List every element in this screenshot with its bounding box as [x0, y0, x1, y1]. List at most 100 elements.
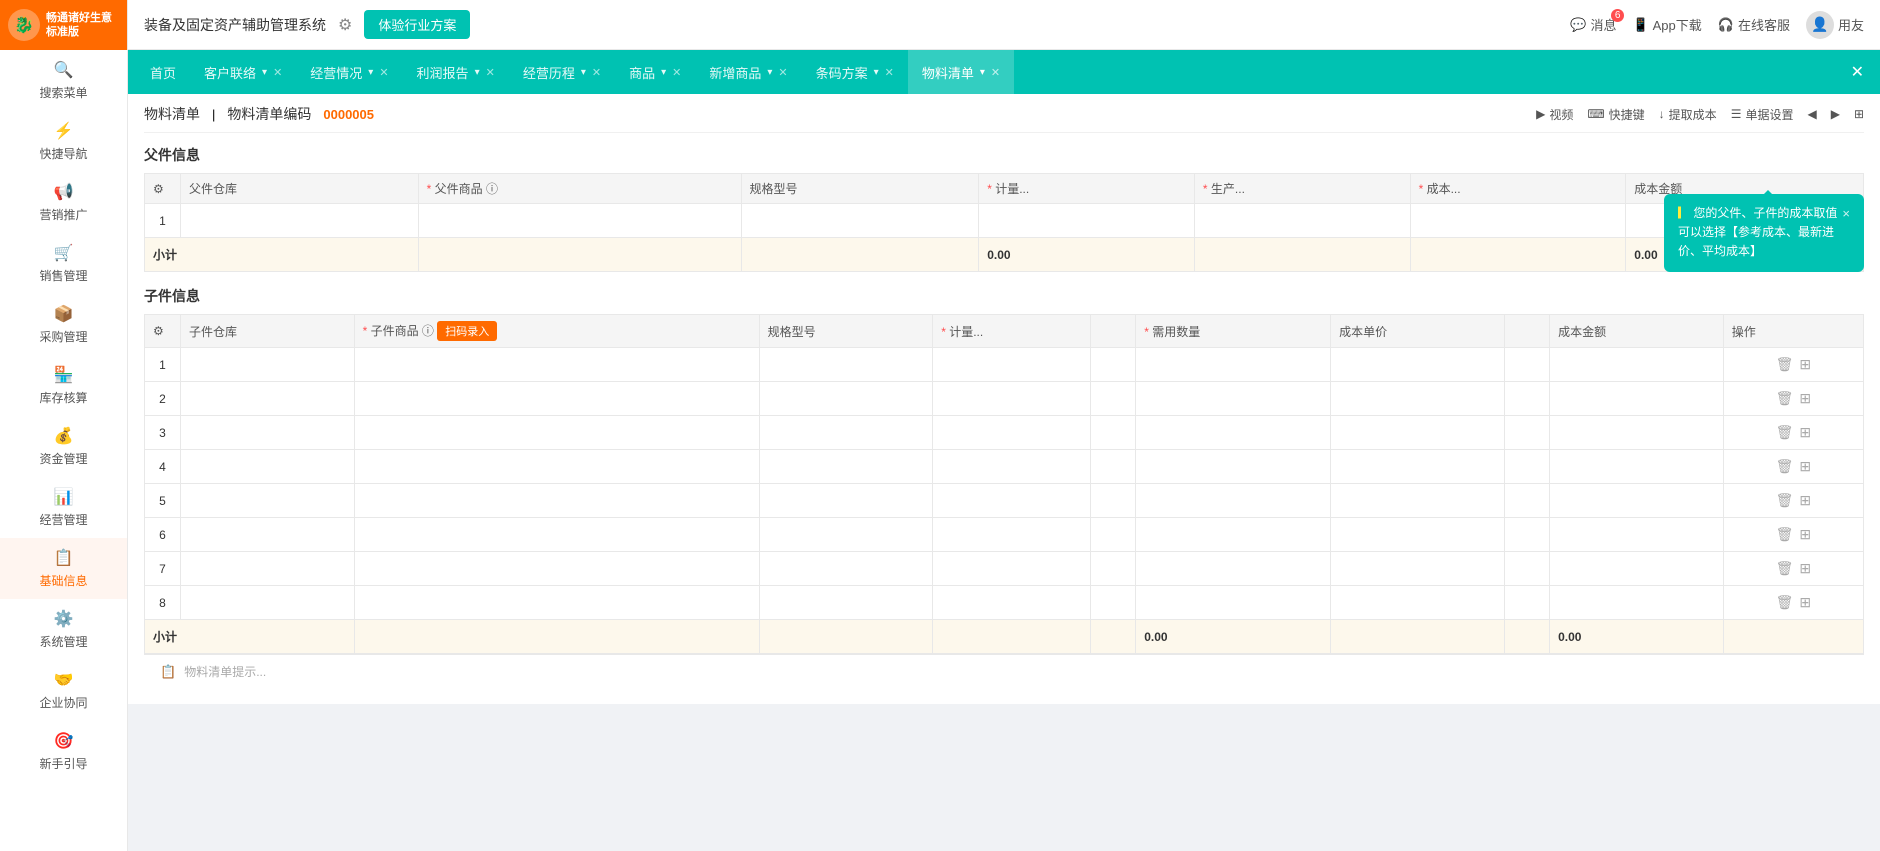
sidebar-item-基础信息[interactable]: 📋 基础信息	[0, 538, 127, 599]
nav-tab-客户联络[interactable]: 客户联络▾✕	[190, 50, 296, 94]
sidebar-item-资金管理[interactable]: 💰 资金管理	[0, 416, 127, 477]
child-unit-cell-8[interactable]	[933, 586, 1091, 620]
shortcut-button[interactable]: ⌨ 快捷键	[1587, 106, 1644, 123]
delete-icon-7[interactable]: 🗑	[1776, 560, 1794, 577]
sidebar-item-搜索菜单[interactable]: 🔍 搜索菜单	[0, 50, 127, 111]
sidebar-item-快捷导航[interactable]: ⚡ 快捷导航	[0, 111, 127, 172]
child-spec-cell-8[interactable]	[759, 586, 933, 620]
child-warehouse-cell-4[interactable]	[181, 450, 355, 484]
child-product-cell-5[interactable]	[354, 484, 759, 518]
gear-button[interactable]: ⚙	[338, 15, 352, 35]
child-unit-cell-4[interactable]	[933, 450, 1091, 484]
child-product-cell-8[interactable]	[354, 586, 759, 620]
child-warehouse-cell-6[interactable]	[181, 518, 355, 552]
child-product-cell-1[interactable]	[354, 348, 759, 382]
child-product-cell-3[interactable]	[354, 416, 759, 450]
online-cs-button[interactable]: 🎧 在线客服	[1718, 15, 1790, 34]
child-qty-cell-7[interactable]	[1136, 552, 1331, 586]
child-qty-cell-1[interactable]	[1136, 348, 1331, 382]
sidebar-item-企业协同[interactable]: 🤝 企业协同	[0, 660, 127, 721]
child-unit-cell-6[interactable]	[933, 518, 1091, 552]
nav-tab-首页[interactable]: 首页	[136, 50, 190, 94]
child-unit-cell-7[interactable]	[933, 552, 1091, 586]
child-spec-cell-4[interactable]	[759, 450, 933, 484]
tab-close-icon[interactable]: ✕	[672, 66, 681, 79]
delete-icon-4[interactable]: 🗑	[1776, 458, 1794, 475]
child-product-cell-7[interactable]	[354, 552, 759, 586]
tab-close-icon[interactable]: ✕	[885, 66, 894, 79]
child-spec-cell-3[interactable]	[759, 416, 933, 450]
copy-icon-8[interactable]: ⊞	[1799, 594, 1811, 611]
expand-icon[interactable]: ⊞	[1854, 107, 1864, 121]
child-unit-cell-1[interactable]	[933, 348, 1091, 382]
child-spec-cell-1[interactable]	[759, 348, 933, 382]
sidebar-item-销售管理[interactable]: 🛒 销售管理	[0, 233, 127, 294]
child-unitcost-cell-5[interactable]	[1331, 484, 1505, 518]
sidebar-item-营销推广[interactable]: 📢 营销推广	[0, 172, 127, 233]
child-unitcost-cell-2[interactable]	[1331, 382, 1505, 416]
child-col-settings[interactable]: ⚙	[145, 315, 181, 348]
child-warehouse-cell-7[interactable]	[181, 552, 355, 586]
copy-icon-7[interactable]: ⊞	[1799, 560, 1811, 577]
child-spec-cell-2[interactable]	[759, 382, 933, 416]
parent-unit-cell[interactable]	[979, 204, 1195, 238]
child-warehouse-cell-5[interactable]	[181, 484, 355, 518]
delete-icon-8[interactable]: 🗑	[1776, 594, 1794, 611]
sidebar-item-经营管理[interactable]: 📊 经营管理	[0, 477, 127, 538]
tooltip-close-button[interactable]: ×	[1842, 204, 1850, 225]
close-nav-icon[interactable]: ✕	[1843, 62, 1872, 82]
view-button[interactable]: ▶ 视频	[1536, 106, 1573, 123]
user-menu[interactable]: 👤 用友	[1806, 11, 1864, 39]
child-spec-cell-6[interactable]	[759, 518, 933, 552]
delete-icon-6[interactable]: 🗑	[1776, 526, 1794, 543]
sidebar-item-库存核算[interactable]: 🏪 库存核算	[0, 355, 127, 416]
child-warehouse-cell-8[interactable]	[181, 586, 355, 620]
sidebar-item-采购管理[interactable]: 📦 采购管理	[0, 294, 127, 355]
tab-close-icon[interactable]: ✕	[379, 66, 388, 79]
parent-produce-cell[interactable]	[1194, 204, 1410, 238]
child-unitcost-cell-4[interactable]	[1331, 450, 1505, 484]
child-product-cell-6[interactable]	[354, 518, 759, 552]
copy-icon-3[interactable]: ⊞	[1799, 424, 1811, 441]
tab-close-icon[interactable]: ✕	[592, 66, 601, 79]
child-spec-cell-5[interactable]	[759, 484, 933, 518]
child-unitcost-cell-7[interactable]	[1331, 552, 1505, 586]
copy-icon-5[interactable]: ⊞	[1799, 492, 1811, 509]
nav-tab-物料清单[interactable]: 物料清单▾✕	[908, 50, 1014, 94]
child-qty-cell-4[interactable]	[1136, 450, 1331, 484]
parent-product-cell[interactable]	[418, 204, 741, 238]
nav-prev-icon[interactable]: ◀	[1807, 107, 1816, 121]
tab-close-icon[interactable]: ✕	[486, 66, 495, 79]
child-unit-cell-2[interactable]	[933, 382, 1091, 416]
parent-cost-cell[interactable]	[1410, 204, 1626, 238]
copy-icon-4[interactable]: ⊞	[1799, 458, 1811, 475]
breadcrumb-item1[interactable]: 物料清单	[144, 104, 200, 124]
parent-spec-cell[interactable]	[741, 204, 979, 238]
nav-tab-利润报告[interactable]: 利润报告▾✕	[403, 50, 509, 94]
parent-col-settings[interactable]: ⚙	[145, 174, 181, 204]
child-spec-cell-7[interactable]	[759, 552, 933, 586]
child-warehouse-cell-1[interactable]	[181, 348, 355, 382]
app-download-button[interactable]: 📱 App下载	[1632, 15, 1701, 34]
nav-tab-商品[interactable]: 商品▾✕	[615, 50, 695, 94]
child-unitcost-cell-1[interactable]	[1331, 348, 1505, 382]
copy-icon-6[interactable]: ⊞	[1799, 526, 1811, 543]
delete-icon-1[interactable]: 🗑	[1776, 356, 1794, 373]
delete-icon-3[interactable]: 🗑	[1776, 424, 1794, 441]
child-unit-cell-3[interactable]	[933, 416, 1091, 450]
child-product-cell-4[interactable]	[354, 450, 759, 484]
sidebar-item-新手引导[interactable]: 🎯 新手引导	[0, 721, 127, 782]
child-qty-cell-8[interactable]	[1136, 586, 1331, 620]
child-qty-cell-6[interactable]	[1136, 518, 1331, 552]
parent-warehouse-cell[interactable]	[181, 204, 419, 238]
trial-button[interactable]: 体验行业方案	[364, 10, 470, 39]
tab-close-icon[interactable]: ✕	[273, 66, 282, 79]
child-product-cell-2[interactable]	[354, 382, 759, 416]
child-qty-cell-2[interactable]	[1136, 382, 1331, 416]
message-button[interactable]: 💬 消息 6	[1570, 15, 1616, 34]
nav-next-icon[interactable]: ▶	[1831, 107, 1840, 121]
child-warehouse-cell-3[interactable]	[181, 416, 355, 450]
nav-tab-经营情况[interactable]: 经营情况▾✕	[296, 50, 402, 94]
scan-button[interactable]: 扫码录入	[437, 321, 497, 341]
delete-icon-2[interactable]: 🗑	[1776, 390, 1794, 407]
